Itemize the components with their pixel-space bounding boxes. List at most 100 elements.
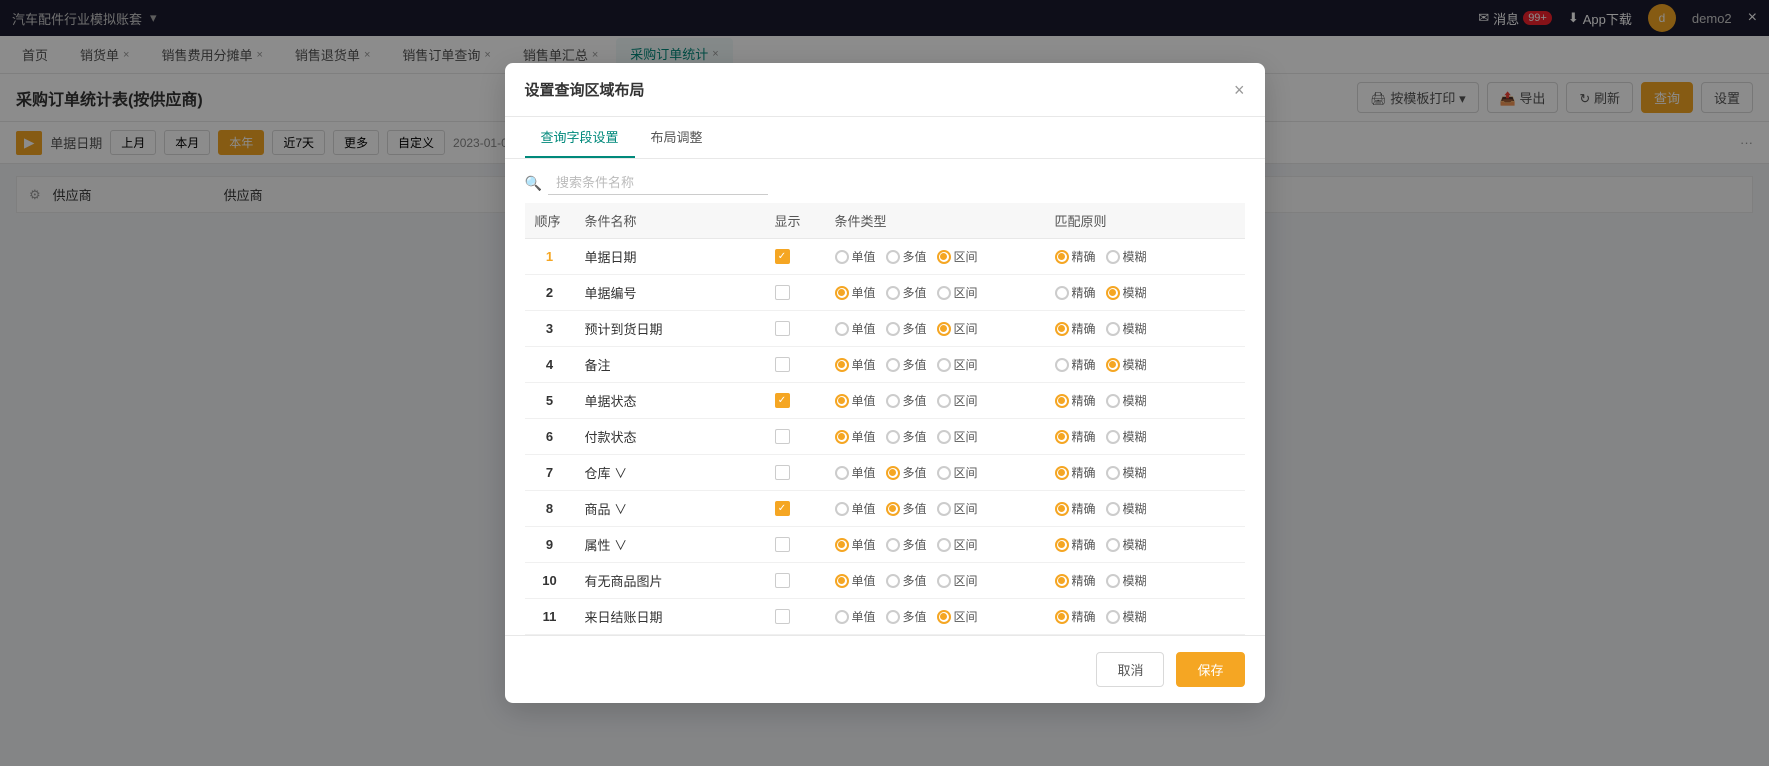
radio-label: 多值: [903, 356, 927, 373]
type-radio-item[interactable]: 区间: [937, 608, 978, 625]
cancel-button[interactable]: 取消: [1096, 652, 1164, 687]
type-radio-item[interactable]: 多值: [886, 428, 927, 445]
radio-circle: [937, 394, 951, 408]
cell-name: 付款状态: [575, 419, 765, 455]
radio-label: 区间: [954, 248, 978, 265]
type-radio-item[interactable]: 区间: [937, 572, 978, 589]
radio-circle: [886, 430, 900, 444]
match-radio-item[interactable]: 模糊: [1106, 392, 1147, 409]
type-radio-item[interactable]: 单值: [835, 572, 876, 589]
match-radio-item[interactable]: 模糊: [1106, 284, 1147, 301]
match-radio-item[interactable]: 模糊: [1106, 500, 1147, 517]
modal-search-input[interactable]: [548, 171, 768, 195]
type-radio-item[interactable]: 区间: [937, 392, 978, 409]
match-radio-circle: [1106, 466, 1120, 480]
match-radio-item[interactable]: 模糊: [1106, 248, 1147, 265]
display-checkbox[interactable]: [775, 285, 790, 300]
modal-table-header-row: 顺序 条件名称 显示 条件类型 匹配原则: [525, 203, 1245, 239]
match-radio-item[interactable]: 精确: [1055, 284, 1096, 301]
match-radio-item[interactable]: 模糊: [1106, 320, 1147, 337]
match-radio-circle: [1106, 538, 1120, 552]
type-radio-item[interactable]: 多值: [886, 356, 927, 373]
cell-match: 精确模糊: [1045, 275, 1245, 311]
match-radio-item[interactable]: 精确: [1055, 320, 1096, 337]
type-radio-item[interactable]: 区间: [937, 536, 978, 553]
match-radio-item[interactable]: 模糊: [1106, 428, 1147, 445]
match-radio-item[interactable]: 模糊: [1106, 572, 1147, 589]
display-checkbox[interactable]: [775, 501, 790, 516]
type-radio-item[interactable]: 单值: [835, 464, 876, 481]
type-radio-item[interactable]: 区间: [937, 500, 978, 517]
cell-type: 单值 多值区间: [825, 347, 1045, 383]
display-checkbox[interactable]: [775, 429, 790, 444]
radio-circle: [937, 538, 951, 552]
type-radio-item[interactable]: 多值: [886, 464, 927, 481]
display-checkbox[interactable]: [775, 357, 790, 372]
type-radio-item[interactable]: 单值: [835, 284, 876, 301]
modal-search-area: 🔍: [505, 159, 1265, 203]
display-checkbox[interactable]: [775, 321, 790, 336]
type-radio-item[interactable]: 区间: [937, 284, 978, 301]
match-radio-item[interactable]: 精确: [1055, 464, 1096, 481]
type-radio-item[interactable]: 单值: [835, 320, 876, 337]
cell-order: 8: [525, 491, 575, 527]
type-radio-item[interactable]: 多值: [886, 284, 927, 301]
match-radio-item[interactable]: 精确: [1055, 392, 1096, 409]
type-radio-item[interactable]: 多值: [886, 608, 927, 625]
match-radio-item[interactable]: 精确: [1055, 572, 1096, 589]
display-checkbox[interactable]: [775, 393, 790, 408]
radio-circle: [886, 286, 900, 300]
type-radio-item[interactable]: 区间: [937, 248, 978, 265]
type-radio-item[interactable]: 多值: [886, 536, 927, 553]
match-radio-item[interactable]: 精确: [1055, 500, 1096, 517]
radio-circle: [937, 358, 951, 372]
cell-type: 单值多值区间: [825, 527, 1045, 563]
display-checkbox[interactable]: [775, 249, 790, 264]
type-radio-item[interactable]: 多值: [886, 248, 927, 265]
match-radio-item[interactable]: 精确: [1055, 536, 1096, 553]
display-checkbox[interactable]: [775, 537, 790, 552]
match-radio-item[interactable]: 精确: [1055, 428, 1096, 445]
match-radio-item[interactable]: 模糊: [1106, 464, 1147, 481]
type-radio-item[interactable]: 区间: [937, 464, 978, 481]
type-radio-item[interactable]: 单值: [835, 356, 876, 373]
table-row: 7仓库 ∨单值多值区间精确模糊: [525, 455, 1245, 491]
type-radio-item[interactable]: 单值: [835, 428, 876, 445]
match-radio-label: 精确: [1072, 248, 1096, 265]
radio-circle: [835, 358, 849, 372]
modal-tab-layout[interactable]: 布局调整: [635, 117, 719, 158]
cell-match: 精确模糊: [1045, 311, 1245, 347]
match-radio-item[interactable]: 精确: [1055, 608, 1096, 625]
match-radio-label: 模糊: [1123, 572, 1147, 589]
type-radio-item[interactable]: 单值: [835, 248, 876, 265]
modal-close-button[interactable]: ×: [1234, 81, 1245, 99]
modal-table-wrap: 顺序 条件名称 显示 条件类型 匹配原则 1单据日期单值多值区间精确模糊2单据编…: [505, 203, 1265, 635]
type-radio-item[interactable]: 多值: [886, 320, 927, 337]
type-radio-item[interactable]: 单值: [835, 392, 876, 409]
modal-tab-query[interactable]: 查询字段设置: [525, 117, 635, 158]
radio-label: 区间: [954, 320, 978, 337]
match-radio-item[interactable]: 模糊: [1106, 536, 1147, 553]
match-radio-item[interactable]: 模糊: [1106, 356, 1147, 373]
radio-label: 单值: [852, 500, 876, 517]
display-checkbox[interactable]: [775, 465, 790, 480]
match-radio-item[interactable]: 模糊: [1106, 608, 1147, 625]
radio-label: 多值: [903, 248, 927, 265]
display-checkbox[interactable]: [775, 609, 790, 624]
display-checkbox[interactable]: [775, 573, 790, 588]
type-radio-item[interactable]: 区间: [937, 356, 978, 373]
type-radio-item[interactable]: 区间: [937, 428, 978, 445]
match-radio-item[interactable]: 精确: [1055, 248, 1096, 265]
type-radio-item[interactable]: 多值: [886, 392, 927, 409]
radio-label: 单值: [852, 320, 876, 337]
match-radio-item[interactable]: 精确: [1055, 356, 1096, 373]
type-radio-item[interactable]: 单值: [835, 500, 876, 517]
cell-display: [765, 419, 825, 455]
type-radio-item[interactable]: 多值: [886, 572, 927, 589]
save-button[interactable]: 保存: [1176, 652, 1244, 687]
type-radio-item[interactable]: 区间: [937, 320, 978, 337]
radio-label: 单值: [852, 392, 876, 409]
type-radio-item[interactable]: 单值: [835, 608, 876, 625]
type-radio-item[interactable]: 多值: [886, 500, 927, 517]
type-radio-item[interactable]: 单值: [835, 536, 876, 553]
